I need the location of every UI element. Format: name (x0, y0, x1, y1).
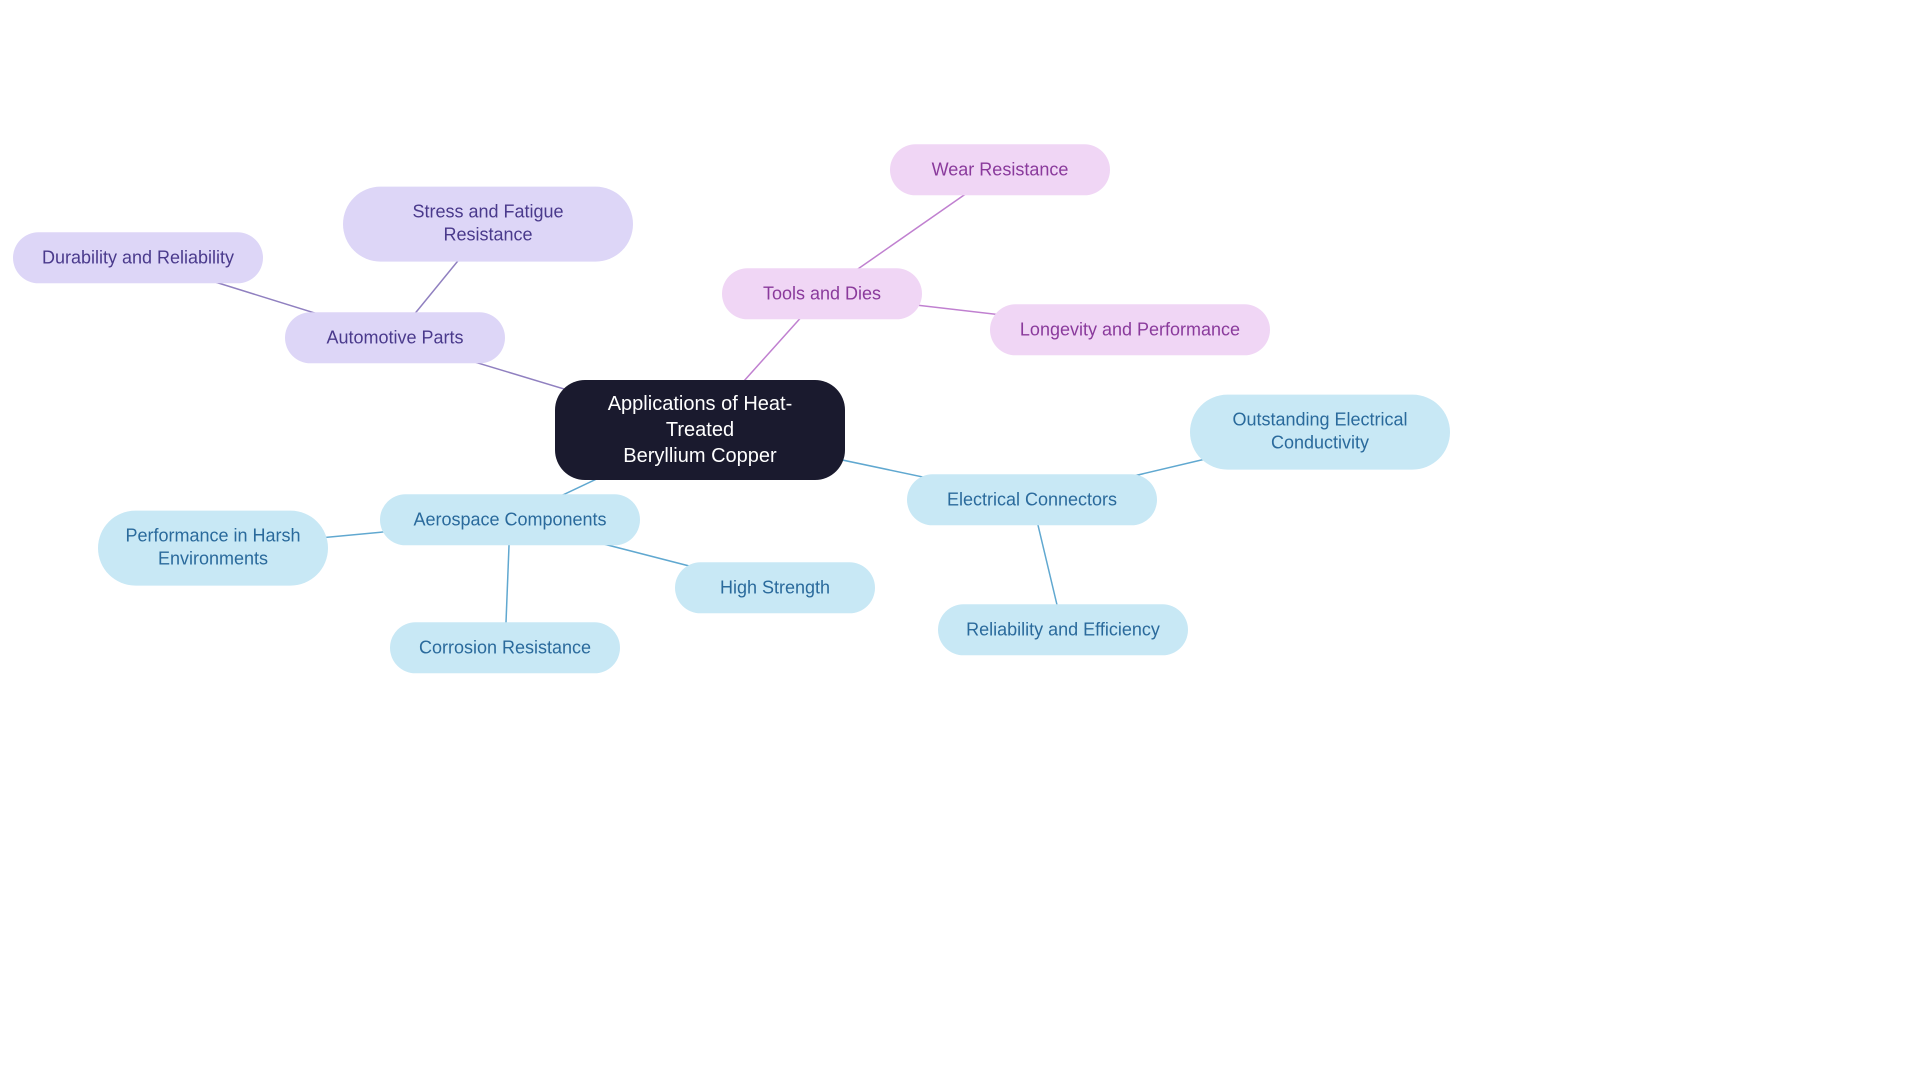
center-node[interactable]: Applications of Heat-Treated Beryllium C… (555, 380, 845, 480)
durability-reliability-label: Durability and Reliability (42, 246, 234, 269)
tools-dies-label: Tools and Dies (763, 282, 881, 305)
automotive-parts-label: Automotive Parts (326, 326, 463, 349)
wear-resistance-label: Wear Resistance (932, 158, 1069, 181)
automotive-parts-node[interactable]: Automotive Parts (285, 312, 505, 363)
center-node-label: Applications of Heat-Treated Beryllium C… (579, 391, 821, 469)
stress-fatigue-label: Stress and Fatigue Resistance (367, 201, 609, 248)
mind-map-container: Applications of Heat-Treated Beryllium C… (0, 0, 1920, 1083)
corrosion-resistance-node[interactable]: Corrosion Resistance (390, 622, 620, 673)
high-strength-label: High Strength (720, 576, 830, 599)
reliability-efficiency-label: Reliability and Efficiency (966, 618, 1160, 641)
electrical-connectors-node[interactable]: Electrical Connectors (907, 474, 1157, 525)
outstanding-electrical-label: Outstanding Electrical Conductivity (1214, 409, 1426, 456)
durability-reliability-node[interactable]: Durability and Reliability (13, 232, 263, 283)
performance-harsh-node[interactable]: Performance in Harsh Environments (98, 511, 328, 586)
stress-fatigue-node[interactable]: Stress and Fatigue Resistance (343, 187, 633, 262)
longevity-performance-node[interactable]: Longevity and Performance (990, 304, 1270, 355)
wear-resistance-node[interactable]: Wear Resistance (890, 144, 1110, 195)
high-strength-node[interactable]: High Strength (675, 562, 875, 613)
corrosion-resistance-label: Corrosion Resistance (419, 636, 591, 659)
reliability-efficiency-node[interactable]: Reliability and Efficiency (938, 604, 1188, 655)
outstanding-electrical-node[interactable]: Outstanding Electrical Conductivity (1190, 395, 1450, 470)
aerospace-components-node[interactable]: Aerospace Components (380, 494, 640, 545)
electrical-connectors-label: Electrical Connectors (947, 488, 1117, 511)
aerospace-components-label: Aerospace Components (413, 508, 606, 531)
performance-harsh-label: Performance in Harsh Environments (125, 525, 300, 572)
longevity-performance-label: Longevity and Performance (1020, 318, 1240, 341)
tools-dies-node[interactable]: Tools and Dies (722, 268, 922, 319)
